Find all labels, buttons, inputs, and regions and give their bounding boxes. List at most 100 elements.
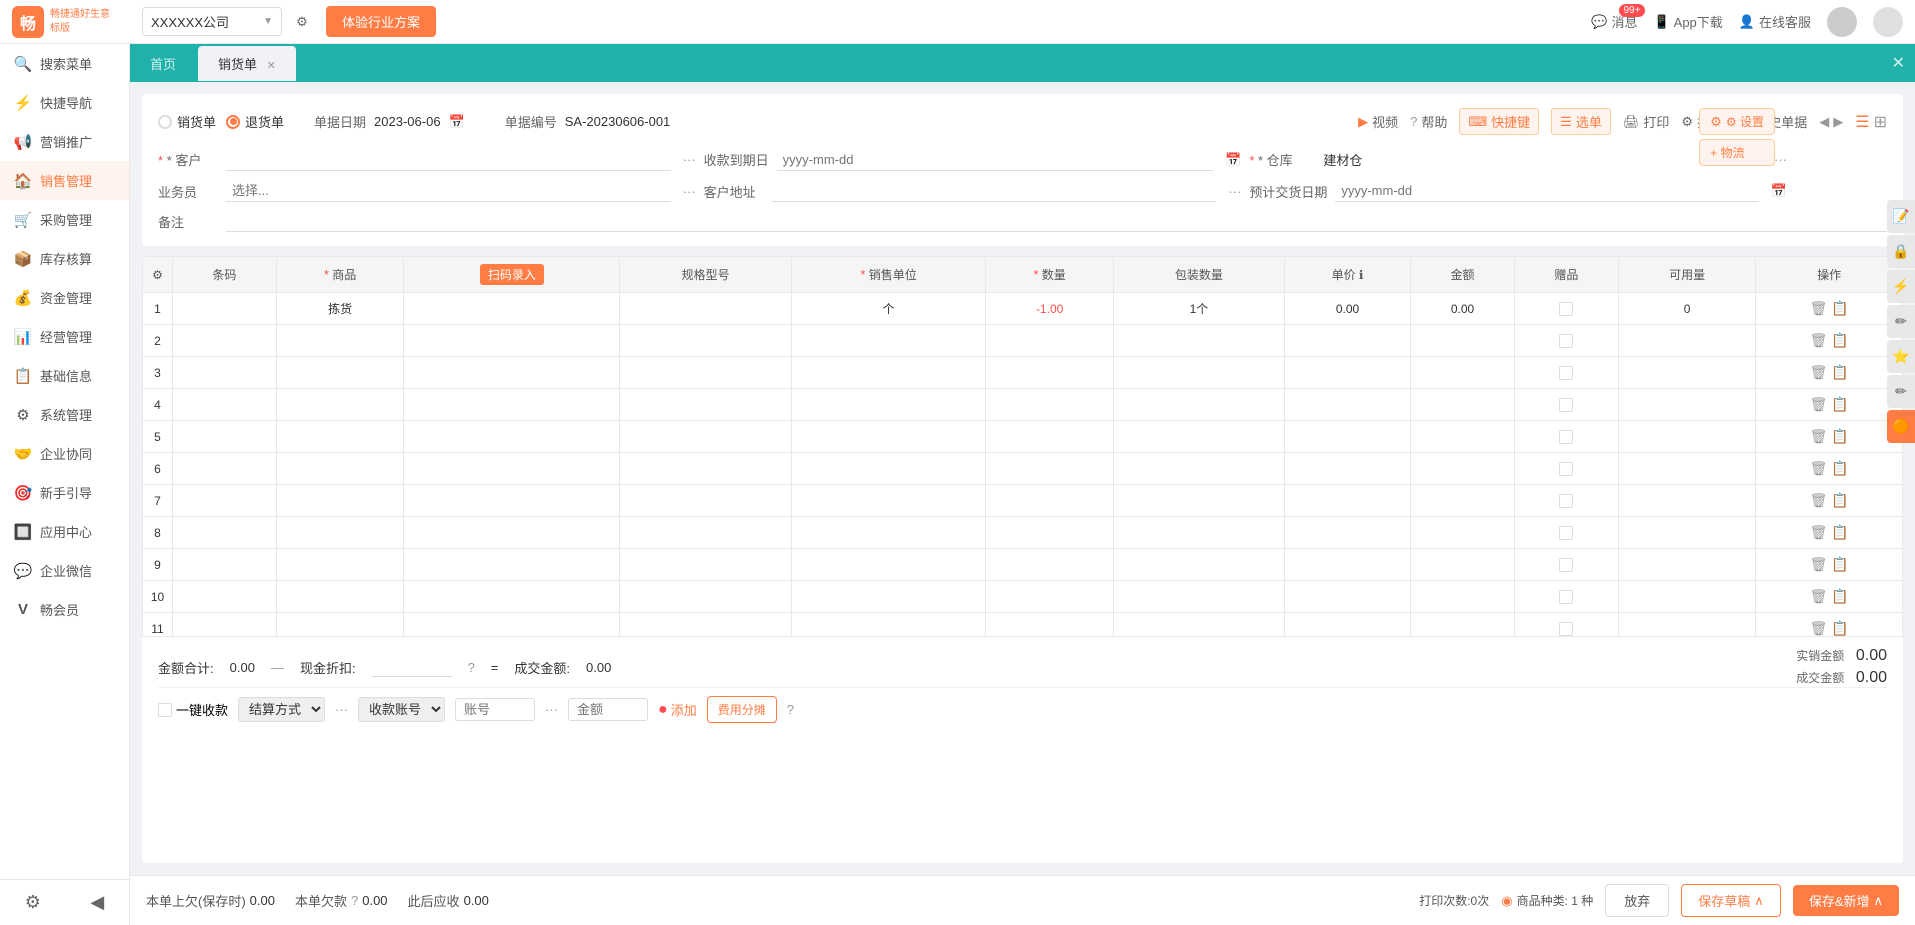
copy-icon[interactable]: 📋 <box>1831 460 1848 477</box>
row-product[interactable] <box>276 357 403 389</box>
row-qty[interactable]: -1.00 <box>986 293 1113 325</box>
row-unit[interactable]: 个 <box>791 293 986 325</box>
settings-icon-btn[interactable]: ⚙ <box>288 8 316 36</box>
online-service-link[interactable]: 👤 在线客服 <box>1739 12 1811 31</box>
tab-home[interactable]: 首页 <box>130 46 196 81</box>
sidebar-item-quick-nav[interactable]: ⚡ 快捷导航 <box>0 83 129 122</box>
row-price[interactable] <box>1285 389 1411 421</box>
row-spec-cell[interactable] <box>404 581 620 613</box>
delete-icon[interactable]: 🗑 <box>1810 492 1828 509</box>
rf-btn-4[interactable]: ✏ <box>1887 305 1915 338</box>
rf-btn-5[interactable]: ⭐ <box>1887 340 1915 373</box>
row-qty[interactable] <box>986 357 1113 389</box>
delete-icon[interactable]: 🗑 <box>1810 524 1828 541</box>
rf-btn-6[interactable]: ✏ <box>1887 375 1915 408</box>
row-barcode[interactable] <box>173 517 277 549</box>
tab-bar-close-icon[interactable]: ✕ <box>1892 53 1905 73</box>
row-barcode[interactable] <box>173 293 277 325</box>
row-spec-cell[interactable] <box>404 325 620 357</box>
row-gift[interactable] <box>1514 613 1618 637</box>
prev-record-icon[interactable]: ◀ <box>1819 114 1829 130</box>
due-date-calendar-icon[interactable]: 📅 <box>1225 152 1241 168</box>
delete-icon[interactable]: 🗑 <box>1810 588 1828 605</box>
row-unit[interactable] <box>791 453 986 485</box>
delete-icon[interactable]: 🗑 <box>1810 556 1828 573</box>
customer-addr-input[interactable] <box>772 180 1217 202</box>
row-price[interactable] <box>1285 421 1411 453</box>
list-view-icon[interactable]: ☰ <box>1855 112 1869 132</box>
toolbar-help-btn[interactable]: ? 帮助 <box>1410 112 1447 131</box>
add-payment-button[interactable]: ● 添加 <box>658 700 697 719</box>
sidebar-item-marketing[interactable]: 📢 营销推广 <box>0 122 129 161</box>
expected-date-input[interactable] <box>1335 180 1758 202</box>
sidebar-item-search[interactable]: 🔍 搜索菜单 <box>0 44 129 83</box>
calendar-icon[interactable]: 📅 <box>449 114 465 130</box>
row-barcode[interactable] <box>173 325 277 357</box>
row-product[interactable] <box>276 613 403 637</box>
sidebar-item-member[interactable]: V 畅会员 <box>0 590 129 629</box>
sidebar-item-sales[interactable]: 🏠 销售管理 <box>0 161 129 200</box>
row-unit[interactable] <box>791 549 986 581</box>
abandon-button[interactable]: 放弃 <box>1605 884 1669 917</box>
sidebar-item-system[interactable]: ⚙ 系统管理 <box>0 395 129 434</box>
row-barcode[interactable] <box>173 549 277 581</box>
toolbar-video-btn[interactable]: ▶ 视频 <box>1358 112 1398 131</box>
delete-icon[interactable]: 🗑 <box>1810 428 1828 445</box>
single-debt-help-icon[interactable]: ? <box>351 893 358 908</box>
row-qty[interactable] <box>986 581 1113 613</box>
next-record-icon[interactable]: ▶ <box>1833 114 1843 130</box>
account-select[interactable]: 收款账号 <box>358 697 445 722</box>
logistics-float-btn[interactable]: + 物流 <box>1699 139 1775 166</box>
sidebar-item-operations[interactable]: 📊 经营管理 <box>0 317 129 356</box>
sidebar-item-inventory[interactable]: 📦 库存核算 <box>0 239 129 278</box>
account-dots[interactable]: ··· <box>545 702 558 717</box>
copy-icon[interactable]: 📋 <box>1831 332 1848 349</box>
delete-icon[interactable]: 🗑 <box>1810 396 1828 413</box>
row-qty[interactable] <box>986 613 1113 637</box>
row-spec-cell[interactable] <box>404 293 620 325</box>
row-unit[interactable] <box>791 581 986 613</box>
col-settings[interactable]: ⚙ <box>143 257 173 293</box>
row-qty[interactable] <box>986 421 1113 453</box>
row-unit[interactable] <box>791 421 986 453</box>
row-product[interactable] <box>276 389 403 421</box>
row-qty[interactable] <box>986 325 1113 357</box>
row-product[interactable] <box>276 549 403 581</box>
row-barcode[interactable] <box>173 613 277 637</box>
user-avatar[interactable] <box>1827 7 1857 37</box>
rf-btn-7[interactable]: 🟠 <box>1887 410 1915 443</box>
row-unit[interactable] <box>791 325 986 357</box>
toolbar-select-btn[interactable]: ☰ 选单 <box>1551 108 1611 135</box>
question-icon[interactable]: ? <box>468 660 475 675</box>
row-spec-cell[interactable] <box>404 453 620 485</box>
row-qty[interactable] <box>986 389 1113 421</box>
row-product[interactable] <box>276 325 403 357</box>
row-unit[interactable] <box>791 613 986 637</box>
row-price[interactable]: 0.00 <box>1285 293 1411 325</box>
row-gift[interactable] <box>1514 325 1618 357</box>
row-price[interactable] <box>1285 517 1411 549</box>
scan-button[interactable]: 扫码录入 <box>480 264 544 285</box>
row-barcode[interactable] <box>173 485 277 517</box>
row-qty[interactable] <box>986 453 1113 485</box>
customer-input[interactable] <box>226 149 671 171</box>
copy-icon[interactable]: 📋 <box>1831 364 1848 381</box>
row-price[interactable] <box>1285 453 1411 485</box>
app-download-link[interactable]: 📱 App下载 <box>1653 12 1722 31</box>
delete-icon[interactable]: 🗑 <box>1810 300 1828 317</box>
row-gift[interactable] <box>1514 581 1618 613</box>
row-product[interactable] <box>276 581 403 613</box>
copy-icon[interactable]: 📋 <box>1831 620 1848 636</box>
grid-view-icon[interactable]: ⊞ <box>1874 112 1887 132</box>
toolbar-shortcut-btn[interactable]: ⌨ 快捷键 <box>1459 108 1539 135</box>
customer-dots[interactable]: ··· <box>683 152 696 167</box>
try-industry-button[interactable]: 体验行业方案 <box>326 6 436 37</box>
sidebar-item-collab[interactable]: 🤝 企业协同 <box>0 434 129 473</box>
user-avatar-2[interactable] <box>1873 7 1903 37</box>
radio-sale-order[interactable]: 销货单 <box>158 112 216 131</box>
row-unit[interactable] <box>791 517 986 549</box>
settings-float-btn[interactable]: ⚙ ⚙ 设置 <box>1699 108 1775 135</box>
row-gift[interactable] <box>1514 517 1618 549</box>
col-scan-btn[interactable]: 扫码录入 <box>404 257 620 293</box>
copy-icon[interactable]: 📋 <box>1831 396 1848 413</box>
